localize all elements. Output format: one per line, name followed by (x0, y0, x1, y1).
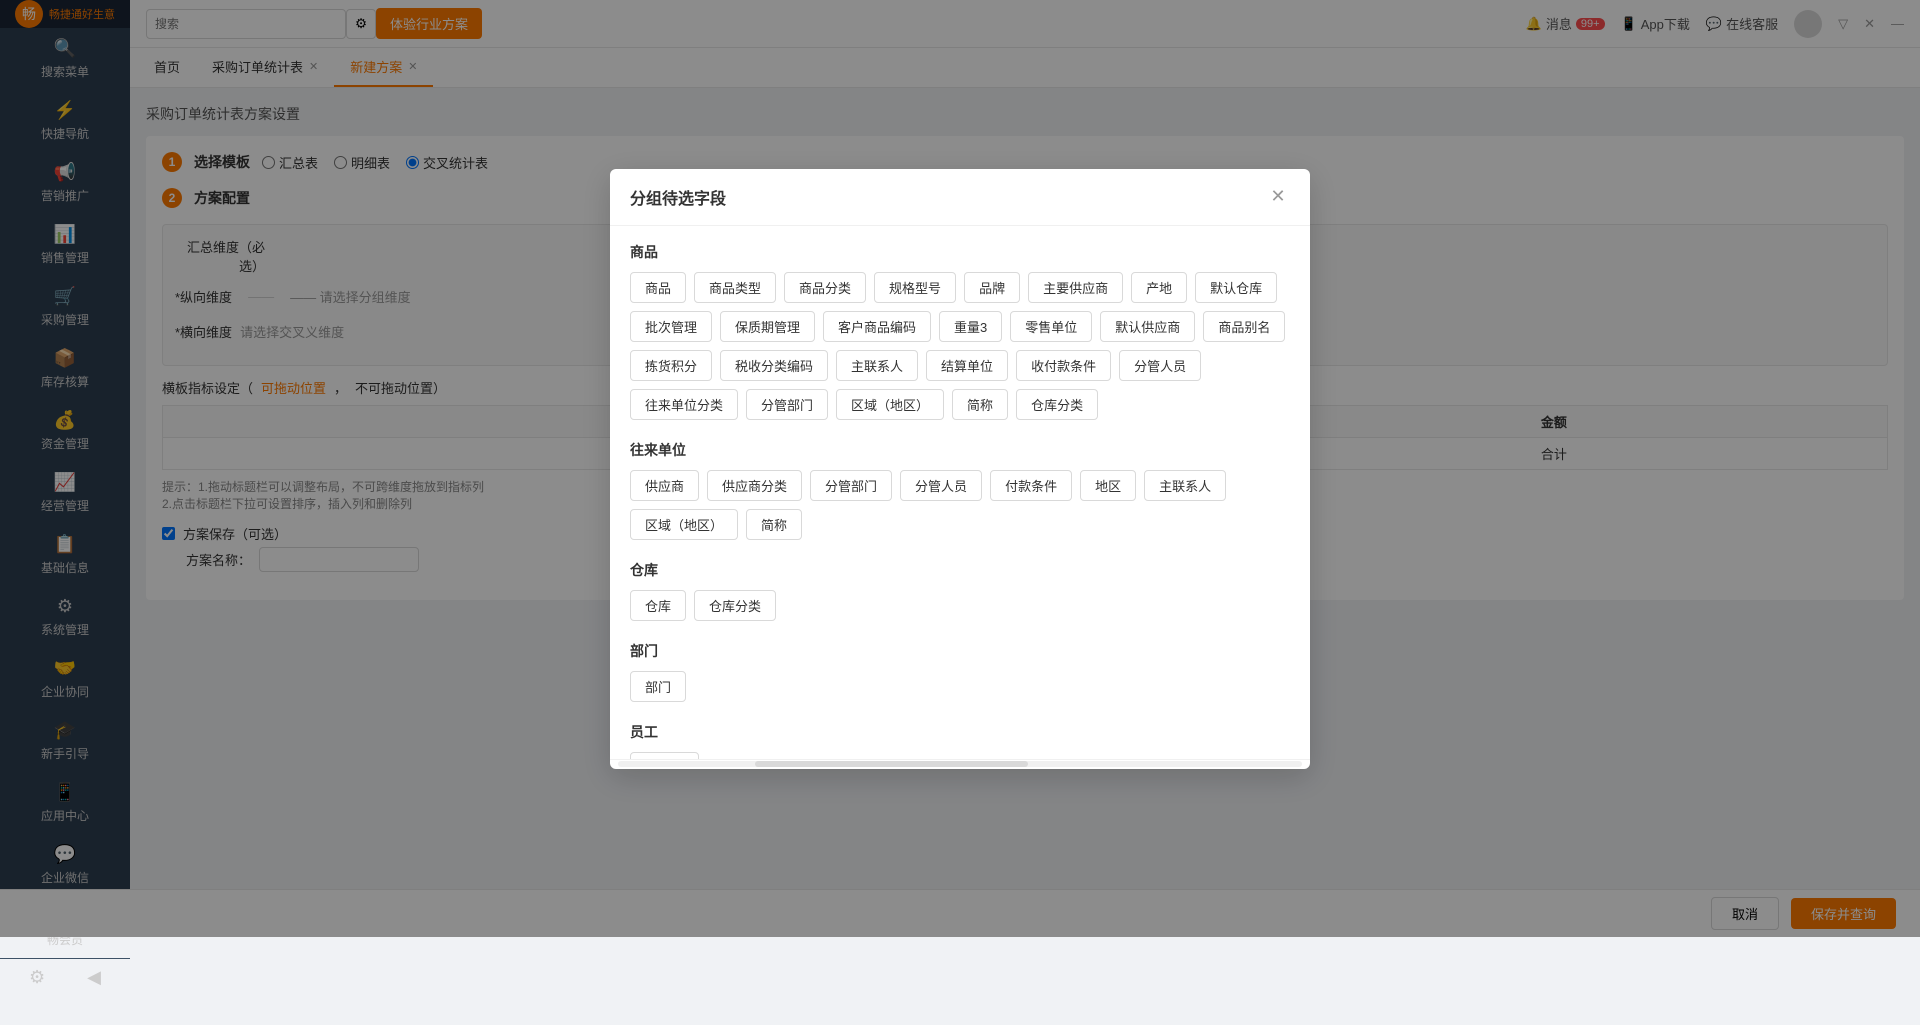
field-section-1: 往来单位供应商供应商分类分管部门分管人员付款条件地区主联系人区域（地区） 简称 (630, 440, 1290, 540)
field-tag-0-24[interactable]: 简称 (952, 389, 1008, 420)
field-tag-0-23[interactable]: 区域（地区） (836, 389, 944, 420)
field-section-title-3: 部门 (630, 641, 1290, 661)
modal-header: 分组待选字段 ✕ (610, 169, 1310, 226)
field-section-4: 员工业务员 (630, 722, 1290, 759)
field-tag-0-19[interactable]: 收付款条件 (1016, 350, 1111, 381)
field-tag-0-20[interactable]: 分管人员 (1119, 350, 1201, 381)
field-tag-0-12[interactable]: 零售单位 (1010, 311, 1092, 342)
field-tag-1-8[interactable]: 简称 (746, 509, 802, 540)
field-tag-0-6[interactable]: 产地 (1131, 272, 1187, 303)
field-tag-4-0[interactable]: 业务员 (630, 752, 699, 759)
field-tag-0-0[interactable]: 商品 (630, 272, 686, 303)
field-tag-0-15[interactable]: 拣货积分 (630, 350, 712, 381)
field-section-title-4: 员工 (630, 722, 1290, 742)
field-tag-1-1[interactable]: 供应商分类 (707, 470, 802, 501)
field-section-0: 商品商品商品类型商品分类规格型号品牌主要供应商产地默认仓库批次管理保质期管理客户… (630, 242, 1290, 420)
field-tag-1-7[interactable]: 区域（地区） (630, 509, 738, 540)
field-tag-0-9[interactable]: 保质期管理 (720, 311, 815, 342)
field-tag-1-6[interactable]: 主联系人 (1144, 470, 1226, 501)
field-tag-0-8[interactable]: 批次管理 (630, 311, 712, 342)
field-section-2: 仓库仓库仓库分类 (630, 560, 1290, 621)
field-tag-1-3[interactable]: 分管人员 (900, 470, 982, 501)
field-tag-0-2[interactable]: 商品分类 (784, 272, 866, 303)
field-tag-2-1[interactable]: 仓库分类 (694, 590, 776, 621)
modal-title: 分组待选字段 (630, 185, 726, 209)
field-tag-0-22[interactable]: 分管部门 (746, 389, 828, 420)
field-tag-0-16[interactable]: 税收分类编码 (720, 350, 828, 381)
field-tag-0-3[interactable]: 规格型号 (874, 272, 956, 303)
modal-close-button[interactable]: ✕ (1266, 185, 1290, 209)
field-tag-0-10[interactable]: 客户商品编码 (823, 311, 931, 342)
field-tag-1-0[interactable]: 供应商 (630, 470, 699, 501)
field-tag-0-11[interactable]: 重量3 (939, 311, 1002, 342)
field-section-title-2: 仓库 (630, 560, 1290, 580)
field-section-3: 部门部门 (630, 641, 1290, 702)
field-tag-0-5[interactable]: 主要供应商 (1028, 272, 1123, 303)
modal-overlay: 分组待选字段 ✕ 商品商品商品类型商品分类规格型号品牌主要供应商产地默认仓库批次… (0, 0, 1920, 937)
field-section-title-0: 商品 (630, 242, 1290, 262)
field-tags-3: 部门 (630, 671, 1290, 702)
field-tag-0-18[interactable]: 结算单位 (926, 350, 1008, 381)
field-tag-0-17[interactable]: 主联系人 (836, 350, 918, 381)
field-tag-0-13[interactable]: 默认供应商 (1100, 311, 1195, 342)
modal-body: 商品商品商品类型商品分类规格型号品牌主要供应商产地默认仓库批次管理保质期管理客户… (610, 226, 1310, 759)
field-section-title-1: 往来单位 (630, 440, 1290, 460)
modal-scroll-bar (610, 759, 1310, 769)
field-tag-1-5[interactable]: 地区 (1080, 470, 1136, 501)
field-tags-0: 商品商品类型商品分类规格型号品牌主要供应商产地默认仓库批次管理保质期管理客户商品… (630, 272, 1290, 420)
modal-dialog: 分组待选字段 ✕ 商品商品商品类型商品分类规格型号品牌主要供应商产地默认仓库批次… (610, 169, 1310, 769)
field-tags-2: 仓库仓库分类 (630, 590, 1290, 621)
field-tag-1-4[interactable]: 付款条件 (990, 470, 1072, 501)
field-tags-4: 业务员 (630, 752, 1290, 759)
field-tag-0-25[interactable]: 仓库分类 (1016, 389, 1098, 420)
field-tag-1-2[interactable]: 分管部门 (810, 470, 892, 501)
field-tag-2-0[interactable]: 仓库 (630, 590, 686, 621)
field-tag-0-7[interactable]: 默认仓库 (1195, 272, 1277, 303)
field-tag-0-1[interactable]: 商品类型 (694, 272, 776, 303)
field-tag-3-0[interactable]: 部门 (630, 671, 686, 702)
field-tag-0-21[interactable]: 往来单位分类 (630, 389, 738, 420)
field-tags-1: 供应商供应商分类分管部门分管人员付款条件地区主联系人区域（地区） 简称 (630, 470, 1290, 540)
field-tag-0-14[interactable]: 商品别名 (1203, 311, 1285, 342)
field-tag-0-4[interactable]: 品牌 (964, 272, 1020, 303)
